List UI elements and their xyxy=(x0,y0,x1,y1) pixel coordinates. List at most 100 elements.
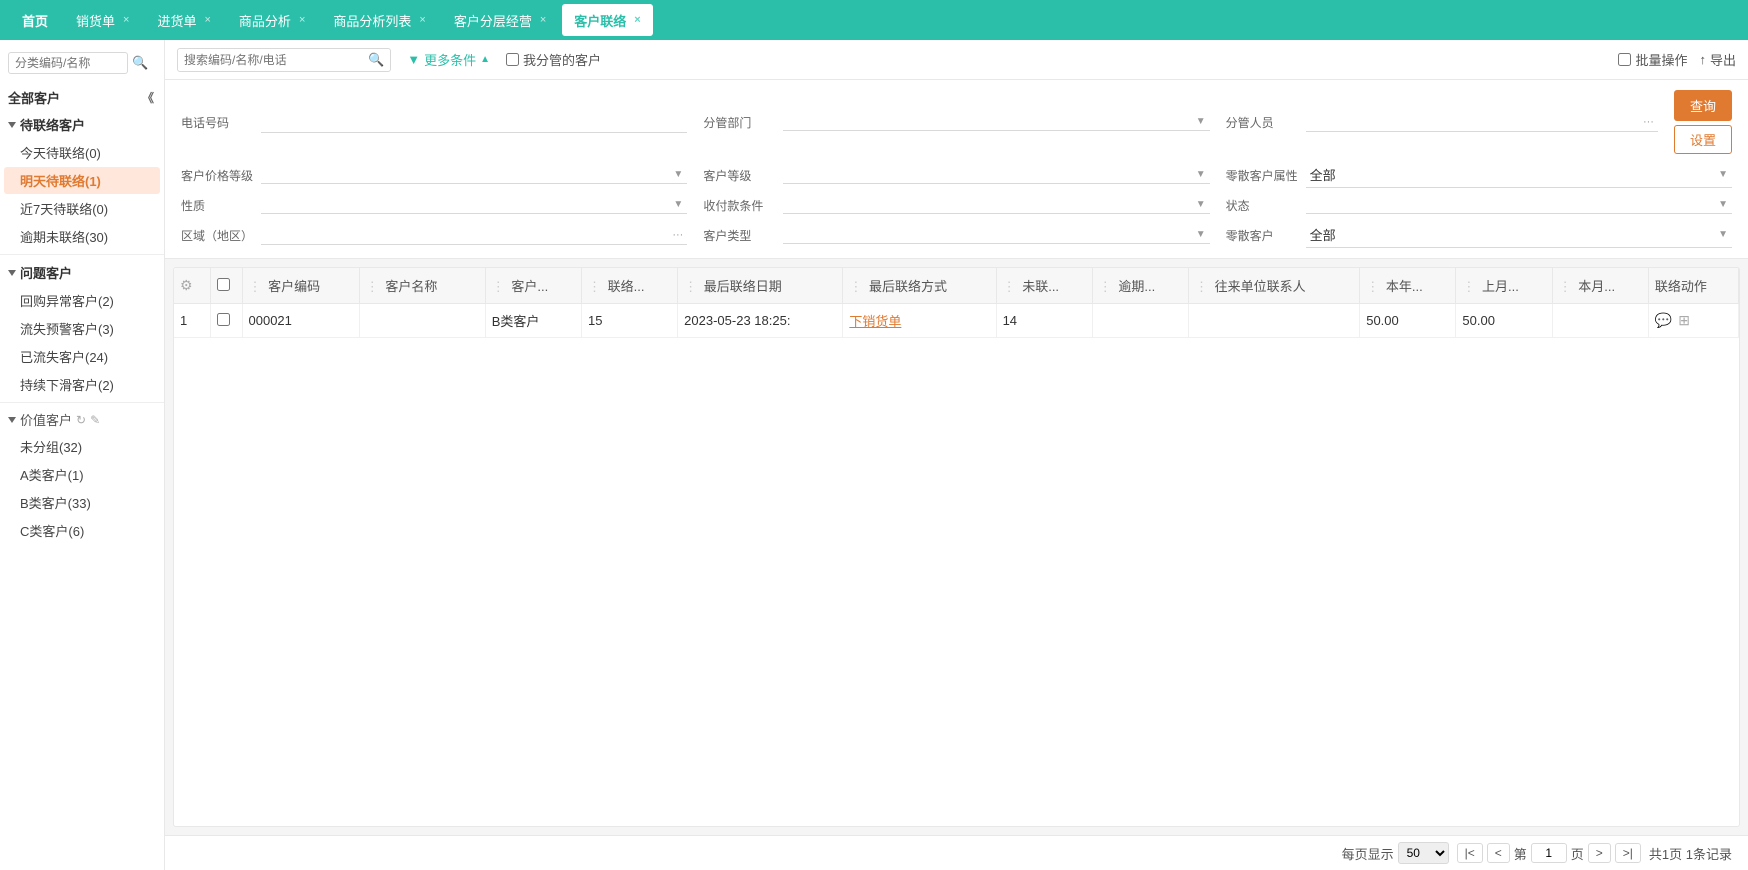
nav-tab-product-analysis[interactable]: 商品分析 × xyxy=(227,4,317,36)
refresh-icon[interactable]: ↻ xyxy=(76,413,86,427)
chat-icon[interactable]: 💬 xyxy=(1655,312,1672,329)
filter-retail-attr-select[interactable]: 全部 ▼ xyxy=(1306,162,1732,188)
close-icon[interactable]: × xyxy=(419,14,425,26)
last-page-button[interactable]: >| xyxy=(1615,843,1641,863)
row-this-year: 50.00 xyxy=(1360,304,1456,338)
col-last-date-header: ⋮ 最后联络日期 xyxy=(678,268,843,304)
prev-page-button[interactable]: < xyxy=(1487,843,1510,863)
filter-retail-customer-select[interactable]: 全部 ▼ xyxy=(1306,222,1732,248)
filter-dept-select[interactable]: ▼ xyxy=(783,113,1209,131)
more-icon[interactable]: ··· xyxy=(672,229,683,241)
edit-icon[interactable]: ✎ xyxy=(90,413,100,427)
grid-icon[interactable]: ⊞ xyxy=(1678,312,1690,329)
search-input[interactable] xyxy=(184,53,364,67)
sidebar-pending-group-header[interactable]: 待联络客户 xyxy=(0,111,164,138)
sidebar-item-ungrouped[interactable]: 未分组(32) xyxy=(4,433,160,460)
sidebar-all-customers[interactable]: 全部客户 《 xyxy=(0,84,164,111)
nav-tab-product-analysis-list[interactable]: 商品分析列表 × xyxy=(321,4,437,36)
nav-home[interactable]: 首页 xyxy=(10,7,60,34)
row-checkbox[interactable] xyxy=(217,313,230,326)
col-code-header: ⋮ 客户编码 xyxy=(242,268,359,304)
nav-tab-purchase-order[interactable]: 进货单 × xyxy=(145,4,222,36)
sidebar-value-group-header[interactable]: 价值客户 ↻ ✎ xyxy=(0,407,164,432)
col-handle-icon: ⋮ xyxy=(249,279,262,294)
filter-phone-label: 电话号码 xyxy=(181,114,253,131)
page-number-input[interactable] xyxy=(1531,843,1567,863)
batch-op-button[interactable]: 批量操作 xyxy=(1618,50,1687,69)
filter-payment-label: 收付款条件 xyxy=(703,197,775,214)
chevron-down-icon: ▼ xyxy=(673,199,683,210)
row-last-method: 下销货单 xyxy=(843,304,996,338)
close-icon[interactable]: × xyxy=(299,14,305,26)
sidebar-item-class-c[interactable]: C类客户(6) xyxy=(4,517,160,544)
close-icon[interactable]: × xyxy=(204,14,210,26)
my-customers-checkbox-container: 我分管的客户 xyxy=(506,50,601,69)
filter-row-retail-attr: 零散客户属性 全部 ▼ xyxy=(1226,162,1732,188)
sidebar-search-icon[interactable]: 🔍 xyxy=(132,55,148,71)
col-handle-icon: ⋮ xyxy=(1366,279,1379,294)
sidebar-item-tomorrow[interactable]: 明天待联络(1) xyxy=(4,167,160,194)
sidebar-search-input[interactable] xyxy=(8,52,128,74)
row-this-month xyxy=(1552,304,1648,338)
last-contact-method-link[interactable]: 下销货单 xyxy=(849,314,901,329)
toolbar-right: 批量操作 ↑ 导出 xyxy=(1618,50,1736,69)
filter-more-button[interactable]: ▼ 更多条件 ▲ xyxy=(399,46,498,73)
sidebar: 🔍 全部客户 《 待联络客户 今天待联络(0) 明天待联络(1) 近7天待联络(… xyxy=(0,40,165,870)
sidebar-item-class-a[interactable]: A类客户(1) xyxy=(4,461,160,488)
filter-person-select[interactable]: ··· xyxy=(1306,113,1658,132)
row-uncontacted: 14 xyxy=(996,304,1092,338)
filter-row-region: 区域（地区） ··· xyxy=(181,222,687,248)
more-icon[interactable]: ··· xyxy=(1643,116,1654,128)
close-icon[interactable]: × xyxy=(540,14,546,26)
filter-region-select[interactable]: ··· xyxy=(261,226,687,245)
filter-price-select[interactable]: ▼ xyxy=(261,166,687,184)
chevron-down-icon: ▼ xyxy=(1196,229,1206,240)
row-unit-contact: 联系人名称 xyxy=(1188,304,1359,338)
settings-icon[interactable]: ⚙ xyxy=(180,277,193,293)
search-icon[interactable]: 🔍 xyxy=(368,52,384,68)
query-button[interactable]: 查询 xyxy=(1674,90,1732,121)
sidebar-item-declining[interactable]: 持续下滑客户(2) xyxy=(4,371,160,398)
sidebar-item-overdue[interactable]: 逾期未联络(30) xyxy=(4,223,160,250)
col-handle-icon: ⋮ xyxy=(1462,279,1475,294)
filter-type-select[interactable]: ▼ xyxy=(783,226,1209,244)
filter-nature-select[interactable]: ▼ xyxy=(261,196,687,214)
row-name: 顾客名称示例 xyxy=(359,304,485,338)
close-icon[interactable]: × xyxy=(123,14,129,26)
col-handle-icon: ⋮ xyxy=(1195,279,1208,294)
filter-level-select[interactable]: ▼ xyxy=(783,166,1209,184)
filter-status-select[interactable]: ▼ xyxy=(1306,196,1732,214)
chevron-down-icon: ▼ xyxy=(1718,169,1728,180)
my-customers-checkbox[interactable] xyxy=(506,53,519,66)
row-actions: 💬 ⊞ xyxy=(1648,304,1738,338)
sidebar-item-today[interactable]: 今天待联络(0) xyxy=(4,139,160,166)
col-name-header: ⋮ 客户名称 xyxy=(359,268,485,304)
filter-payment-select[interactable]: ▼ xyxy=(783,196,1209,214)
nav-tab-customer-layering[interactable]: 客户分层经营 × xyxy=(442,4,558,36)
sidebar-problem-group-header[interactable]: 问题客户 xyxy=(0,259,164,286)
filter-phone-input[interactable] xyxy=(261,112,687,133)
col-handle-icon: ⋮ xyxy=(684,279,697,294)
settings-button[interactable]: 设置 xyxy=(1674,125,1732,154)
row-checkbox-cell xyxy=(210,304,242,338)
col-handle-icon: ⋮ xyxy=(588,279,601,294)
filter-type-label: 客户类型 xyxy=(703,227,775,244)
sidebar-item-7days[interactable]: 近7天待联络(0) xyxy=(4,195,160,222)
next-page-button[interactable]: > xyxy=(1588,843,1611,863)
sidebar-item-churned[interactable]: 已流失客户(24) xyxy=(4,343,160,370)
sidebar-item-churn-warning[interactable]: 流失预警客户(3) xyxy=(4,315,160,342)
nav-tab-customer-contact[interactable]: 客户联络 × xyxy=(562,4,652,36)
batch-op-checkbox[interactable] xyxy=(1618,53,1631,66)
col-type-header: ⋮ 客户... xyxy=(485,268,581,304)
chevron-down-icon: ▼ xyxy=(1718,199,1728,210)
page-size-select[interactable]: 50 20 100 200 xyxy=(1398,842,1449,864)
close-icon[interactable]: × xyxy=(634,14,640,26)
nav-tab-sales-order[interactable]: 销货单 × xyxy=(64,4,141,36)
sidebar-item-class-b[interactable]: B类客户(33) xyxy=(4,489,160,516)
select-all-checkbox[interactable] xyxy=(217,278,230,291)
col-unit-contact-header: ⋮ 往来单位联系人 xyxy=(1188,268,1359,304)
filter-row-customer-type: 客户类型 ▼ xyxy=(703,222,1209,248)
export-button[interactable]: ↑ 导出 xyxy=(1699,50,1736,69)
first-page-button[interactable]: |< xyxy=(1457,843,1483,863)
sidebar-item-repurchase-abnormal[interactable]: 回购异常客户(2) xyxy=(4,287,160,314)
